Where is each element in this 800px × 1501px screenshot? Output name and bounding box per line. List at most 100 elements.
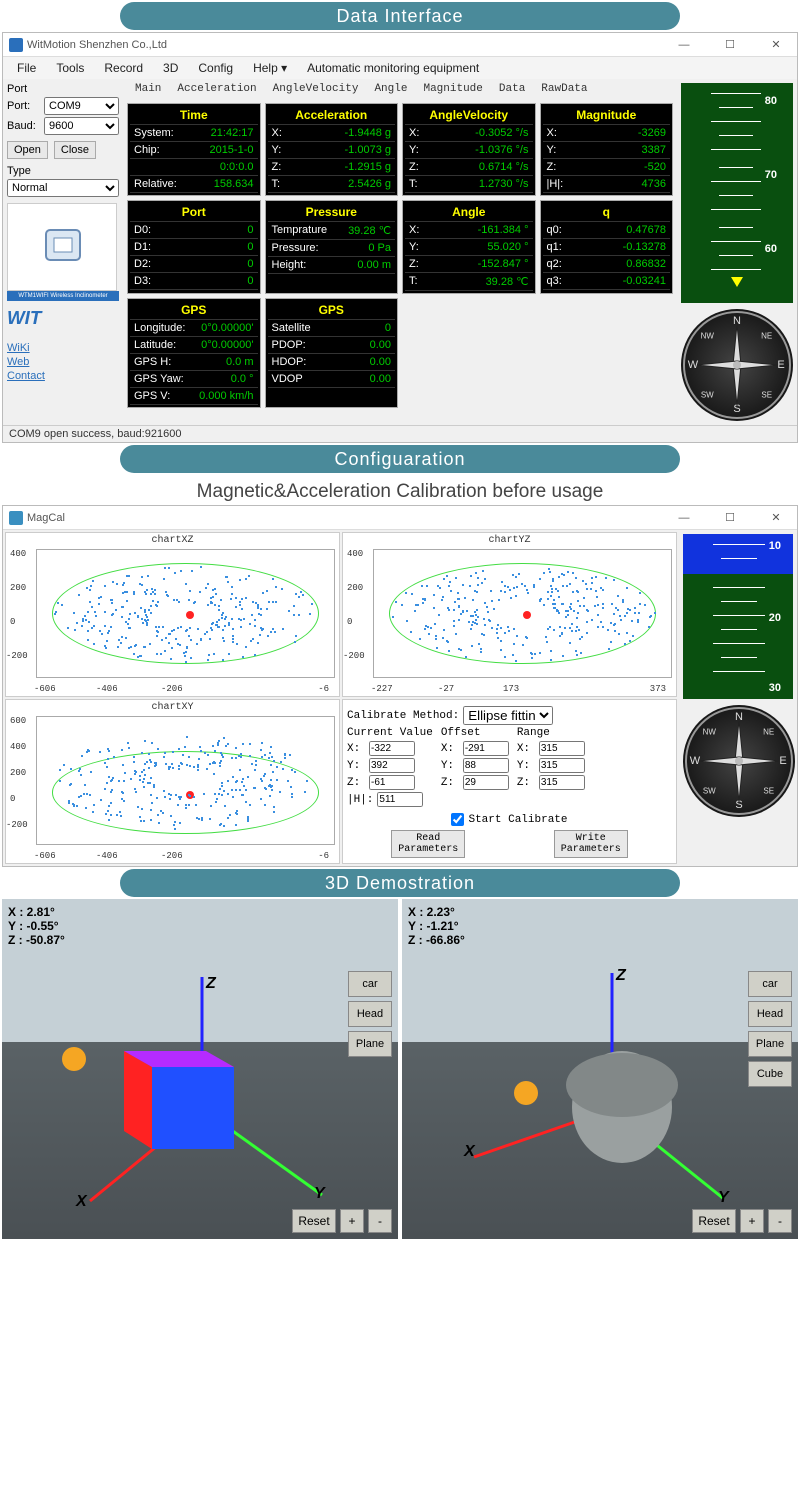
panel-value: 0 (247, 258, 253, 270)
current-h-input[interactable] (377, 792, 423, 807)
offset-y-input[interactable] (463, 758, 509, 773)
col-offset-header: Offset (441, 727, 509, 739)
tab-rawdata[interactable]: RawData (533, 81, 595, 97)
panel-label: HDOP: (272, 356, 307, 368)
menu-auto-monitoring[interactable]: Automatic monitoring equipment (299, 59, 487, 77)
tab-magnitude[interactable]: Magnitude (415, 81, 490, 97)
zoom-out-button[interactable]: - (368, 1209, 392, 1233)
maximize-button[interactable]: ☐ (715, 36, 745, 54)
section-header-configuration: Configuaration (120, 445, 680, 473)
menu-help[interactable]: Help ▾ (245, 59, 295, 77)
attitude-indicator: 10 20 30 (683, 534, 793, 699)
baud-select[interactable]: 9600 (44, 117, 119, 135)
panel-row: Y:-1.0376 °/s (405, 142, 533, 159)
panel-label: q0: (547, 224, 562, 236)
close-button[interactable]: ✕ (761, 509, 791, 527)
panel-label: Z: (547, 161, 557, 173)
panel-row: System:21:42:17 (130, 125, 258, 142)
panel-value: -3269 (638, 127, 666, 139)
minimize-button[interactable]: — (669, 509, 699, 527)
menu-tools[interactable]: Tools (48, 59, 92, 77)
panel-value: 2015-1-0 (209, 144, 253, 156)
panel-label: Y: (547, 144, 557, 156)
panel-row: Y:-1.0073 g (268, 142, 396, 159)
model-head-button[interactable]: Head (348, 1001, 392, 1027)
panel-title: Angle (405, 203, 533, 222)
compass-gauge: NESWNESESWNW (683, 705, 795, 817)
menu-file[interactable]: File (9, 59, 44, 77)
panel-label: VDOP (272, 373, 303, 385)
panel-value: -0.03241 (623, 275, 666, 287)
maximize-button[interactable]: ☐ (715, 509, 745, 527)
titlebar: WitMotion Shenzhen Co.,Ltd — ☐ ✕ (3, 33, 797, 57)
current-x-input[interactable] (369, 741, 415, 756)
open-button[interactable]: Open (7, 141, 48, 159)
zoom-in-button[interactable]: + (740, 1209, 764, 1233)
current-z-input[interactable] (369, 775, 415, 790)
model-head-button[interactable]: Head (748, 1001, 792, 1027)
panel-title: GPS (130, 301, 258, 320)
model-car-button[interactable]: car (748, 971, 792, 997)
panel-value: 0 (247, 275, 253, 287)
model-plane-button[interactable]: Plane (348, 1031, 392, 1057)
panel-value: 39.28 ℃ (486, 275, 529, 288)
panel-value: 1.2730 °/s (479, 178, 529, 190)
zoom-out-button[interactable]: - (768, 1209, 792, 1233)
window-title: WitMotion Shenzhen Co.,Ltd (27, 39, 669, 51)
model-car-button[interactable]: car (348, 971, 392, 997)
panel-title: Port (130, 203, 258, 222)
app-icon (9, 511, 23, 525)
close-button[interactable]: ✕ (761, 36, 791, 54)
panel-label: T: (272, 178, 281, 190)
panel-row: T:1.2730 °/s (405, 176, 533, 193)
write-parameters-button[interactable]: Write Parameters (554, 830, 628, 858)
panel-value: 158.634 (214, 178, 254, 190)
panel-row: X:-161.384 ° (405, 222, 533, 239)
zoom-in-button[interactable]: + (340, 1209, 364, 1233)
axis-x-label: X (464, 1143, 475, 1161)
model-plane-button[interactable]: Plane (748, 1031, 792, 1057)
panel-label: Z: (409, 258, 419, 270)
axis-z-label: Z (206, 975, 216, 993)
svg-text:NE: NE (761, 331, 772, 340)
current-y-input[interactable] (369, 758, 415, 773)
start-calibrate-checkbox[interactable] (451, 813, 464, 826)
tab-anglevelocity[interactable]: AngleVelocity (265, 81, 367, 97)
axis-z-label: Z (616, 967, 626, 985)
menu-3d[interactable]: 3D (155, 59, 186, 77)
read-parameters-button[interactable]: Read Parameters (391, 830, 465, 858)
link-contact[interactable]: Contact (7, 370, 119, 382)
reset-button[interactable]: Reset (692, 1209, 736, 1233)
panel-label: T: (409, 275, 418, 288)
type-select[interactable]: Normal (7, 179, 119, 197)
tab-acceleration[interactable]: Acceleration (169, 81, 264, 97)
offset-x-input[interactable] (463, 741, 509, 756)
panel-label: Y: (272, 144, 282, 156)
range-z-input[interactable] (539, 775, 585, 790)
panel-title: Time (130, 106, 258, 125)
offset-z-input[interactable] (463, 775, 509, 790)
minimize-button[interactable]: — (669, 36, 699, 54)
panel-title: AngleVelocity (405, 106, 533, 125)
tab-angle[interactable]: Angle (366, 81, 415, 97)
calibration-form: Calibrate Method: Ellipse fittin Current… (342, 699, 677, 864)
panel-label: Chip: (134, 144, 160, 156)
tab-main[interactable]: Main (127, 81, 169, 97)
range-x-input[interactable] (539, 741, 585, 756)
port-select[interactable]: COM9 (44, 97, 119, 115)
tab-data[interactable]: Data (491, 81, 533, 97)
range-y-input[interactable] (539, 758, 585, 773)
model-cube-button[interactable]: Cube (748, 1061, 792, 1087)
axis-y-label: Y (718, 1189, 729, 1207)
close-button-port[interactable]: Close (54, 141, 96, 159)
menu-record[interactable]: Record (96, 59, 151, 77)
link-web[interactable]: Web (7, 356, 119, 368)
panel-label: D0: (134, 224, 151, 236)
panel-value: 0.00 (370, 339, 391, 351)
panel-row: Z:-1.2915 g (268, 159, 396, 176)
data-panel: AccelerationX:-1.9448 gY:-1.0073 gZ:-1.2… (265, 103, 399, 196)
menu-config[interactable]: Config (190, 59, 241, 77)
link-wiki[interactable]: WiKi (7, 342, 119, 354)
reset-button[interactable]: Reset (292, 1209, 336, 1233)
calibrate-method-select[interactable]: Ellipse fittin (463, 706, 553, 725)
